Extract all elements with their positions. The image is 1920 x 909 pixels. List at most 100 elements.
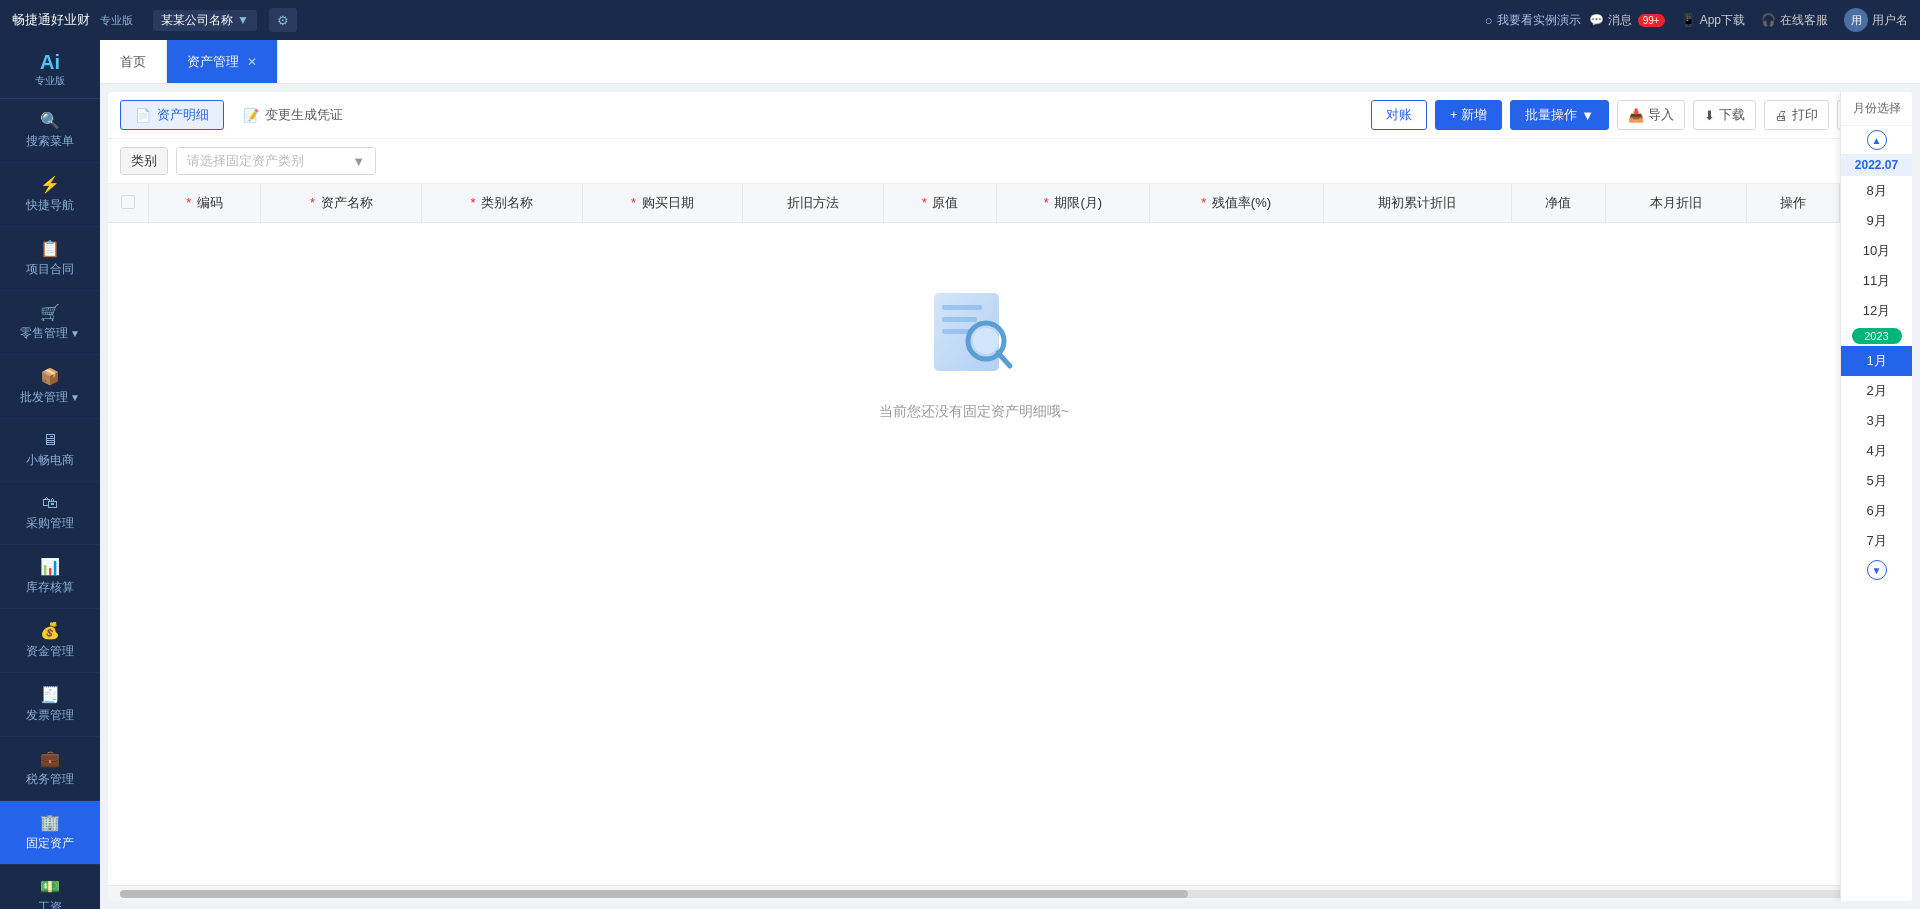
year-badge-2023[interactable]: 2023 (1852, 328, 1902, 344)
month-item-9[interactable]: 9月 (1841, 206, 1912, 236)
dropdown-arrow-icon: ▼ (237, 13, 249, 27)
month-year-display[interactable]: 2022.07 (1841, 154, 1912, 176)
col-original-value: * 原值 (884, 184, 997, 223)
month-item-4[interactable]: 4月 (1841, 436, 1912, 466)
messages-button[interactable]: 💬 消息 99+ (1589, 12, 1665, 29)
assets-table: * 编码 * 资产名称 * 类别名称 (108, 184, 1840, 481)
category-filter-select[interactable]: 请选择固定资产类别 ▼ (176, 147, 376, 175)
sidebar-item-fixed-assets[interactable]: 🏢 固定资产 (0, 801, 100, 865)
sidebar-item-ecommerce[interactable]: 🖥 小畅电商 (0, 419, 100, 482)
month-item-6[interactable]: 6月 (1841, 496, 1912, 526)
sidebar-item-inventory[interactable]: 📊 库存核算 (0, 545, 100, 609)
month-item-10[interactable]: 10月 (1841, 236, 1912, 266)
sidebar-item-invoice[interactable]: 🧾 发票管理 (0, 673, 100, 737)
sidebar-item-search[interactable]: 🔍 搜索菜单 (0, 99, 100, 163)
main-layout: Ai 专业版 🔍 搜索菜单 ⚡ 快捷导航 📋 项目合同 🛒 零售管理 ▼ 📦 批 (0, 40, 1920, 909)
filter-row: 类别 请选择固定资产类别 ▼ (108, 139, 1912, 184)
sidebar-item-quicknav[interactable]: ⚡ 快捷导航 (0, 163, 100, 227)
finance-icon: 💰 (40, 621, 60, 640)
month-item-7[interactable]: 7月 (1841, 526, 1912, 556)
online-service-button[interactable]: 🎧 在线客服 (1761, 12, 1828, 29)
category-filter-label: 类别 (120, 147, 168, 175)
fixed-assets-icon: 🏢 (40, 813, 60, 832)
wholesale-icon: 📦 (40, 367, 60, 386)
col-residual-rate: * 残值率(%) (1149, 184, 1323, 223)
asset-detail-icon: 📄 (135, 108, 151, 123)
empty-text: 当前您还没有固定资产明细哦~ (879, 403, 1069, 421)
month-nav-up-icon[interactable]: ▲ (1867, 130, 1887, 150)
scrollbar-thumb[interactable] (120, 890, 1188, 898)
month-item-3[interactable]: 3月 (1841, 406, 1912, 436)
sidebar-item-wholesale[interactable]: 📦 批发管理 ▼ (0, 355, 100, 419)
tab-home[interactable]: 首页 (100, 40, 167, 83)
download-icon: ⬇ (1704, 108, 1715, 123)
sidebar-logo: Ai 专业版 (0, 40, 100, 99)
ecommerce-icon: 🖥 (42, 431, 58, 449)
salary-icon: 💵 (40, 877, 60, 896)
month-item-5[interactable]: 5月 (1841, 466, 1912, 496)
month-panel-header: 月份选择 (1841, 92, 1912, 126)
retail-icon: 🛒 (40, 303, 60, 322)
table-header-row: * 编码 * 资产名称 * 类别名称 (108, 184, 1840, 223)
col-monthly-depreciation: 本月折旧 (1605, 184, 1746, 223)
sidebar-item-tax[interactable]: 💼 税务管理 (0, 737, 100, 801)
col-name: * 资产名称 (261, 184, 422, 223)
sidebar-item-finance[interactable]: 💰 资金管理 (0, 609, 100, 673)
sub-tabs: 📄 资产明细 📝 变更生成凭证 对账 + 新增 批量操作 (108, 92, 1912, 139)
print-icon: 🖨 (1775, 108, 1788, 123)
page-content: 📄 资产明细 📝 变更生成凭证 对账 + 新增 批量操作 (108, 92, 1912, 901)
quicknav-icon: ⚡ (40, 175, 60, 194)
inventory-icon: 📊 (40, 557, 60, 576)
company-display: 某某公司名称 (161, 12, 233, 29)
print-button[interactable]: 🖨 打印 (1764, 100, 1829, 130)
col-checkbox (108, 184, 148, 223)
col-operation: 操作 (1746, 184, 1839, 223)
month-item-11[interactable]: 11月 (1841, 266, 1912, 296)
headset-icon: 🎧 (1761, 13, 1776, 27)
add-button[interactable]: + 新增 (1435, 100, 1502, 130)
demo-link[interactable]: ○ 我要看实例演示 (1485, 12, 1581, 29)
col-purchase-date: * 购买日期 (582, 184, 743, 223)
app-subtitle: 专业版 (100, 13, 133, 28)
table-container: * 编码 * 资产名称 * 类别名称 (108, 184, 1912, 885)
svg-point-5 (973, 328, 999, 354)
month-item-12[interactable]: 12月 (1841, 296, 1912, 326)
tax-icon: 💼 (40, 749, 60, 768)
sub-tab-change-voucher[interactable]: 📝 变更生成凭证 (228, 100, 358, 130)
sidebar-item-salary[interactable]: 💵 工资 (0, 865, 100, 909)
month-item-2[interactable]: 2月 (1841, 376, 1912, 406)
header-checkbox[interactable] (121, 195, 135, 209)
month-nav-up[interactable]: ▲ (1841, 126, 1912, 154)
scrollbar-track[interactable] (120, 890, 1900, 898)
svg-line-6 (998, 353, 1010, 366)
contracts-icon: 📋 (40, 239, 60, 258)
company-name: 畅捷通好业财 (12, 11, 90, 29)
svg-rect-1 (942, 305, 982, 310)
app-download-button[interactable]: 📱 App下载 (1681, 12, 1745, 29)
company-selector[interactable]: 某某公司名称 ▼ (153, 10, 257, 31)
month-nav-down-icon[interactable]: ▼ (1867, 560, 1887, 580)
sub-tab-asset-detail[interactable]: 📄 资产明细 (120, 100, 224, 130)
bottom-scrollbar[interactable] (108, 885, 1912, 901)
category-placeholder: 请选择固定资产类别 (187, 152, 348, 170)
tab-bar: 首页 资产管理 ✕ (100, 40, 1920, 84)
batch-button[interactable]: 批量操作 ▼ (1510, 100, 1609, 130)
invoice-icon: 🧾 (40, 685, 60, 704)
month-item-1[interactable]: 1月 (1841, 346, 1912, 376)
sidebar-item-contracts[interactable]: 📋 项目合同 (0, 227, 100, 291)
tab-close-icon[interactable]: ✕ (247, 55, 257, 69)
month-panel: 月份选择 ▲ 2022.07 8月 9月 10月 11月 12月 2023 1月… (1840, 92, 1912, 901)
settings-icon[interactable]: ⚙ (269, 8, 297, 32)
month-item-8[interactable]: 8月 (1841, 176, 1912, 206)
tab-asset-management[interactable]: 资产管理 ✕ (167, 40, 278, 83)
month-nav-down[interactable]: ▼ (1841, 556, 1912, 584)
sidebar-item-retail[interactable]: 🛒 零售管理 ▼ (0, 291, 100, 355)
user-avatar[interactable]: 用 用户名 (1844, 8, 1908, 32)
download-button[interactable]: ⬇ 下载 (1693, 100, 1756, 130)
col-category: * 类别名称 (422, 184, 583, 223)
import-button[interactable]: 📥 导入 (1617, 100, 1685, 130)
col-period: * 期限(月) (997, 184, 1150, 223)
reconcile-button[interactable]: 对账 (1371, 100, 1427, 130)
change-voucher-icon: 📝 (243, 108, 259, 123)
sidebar-item-purchase[interactable]: 🛍 采购管理 (0, 482, 100, 545)
